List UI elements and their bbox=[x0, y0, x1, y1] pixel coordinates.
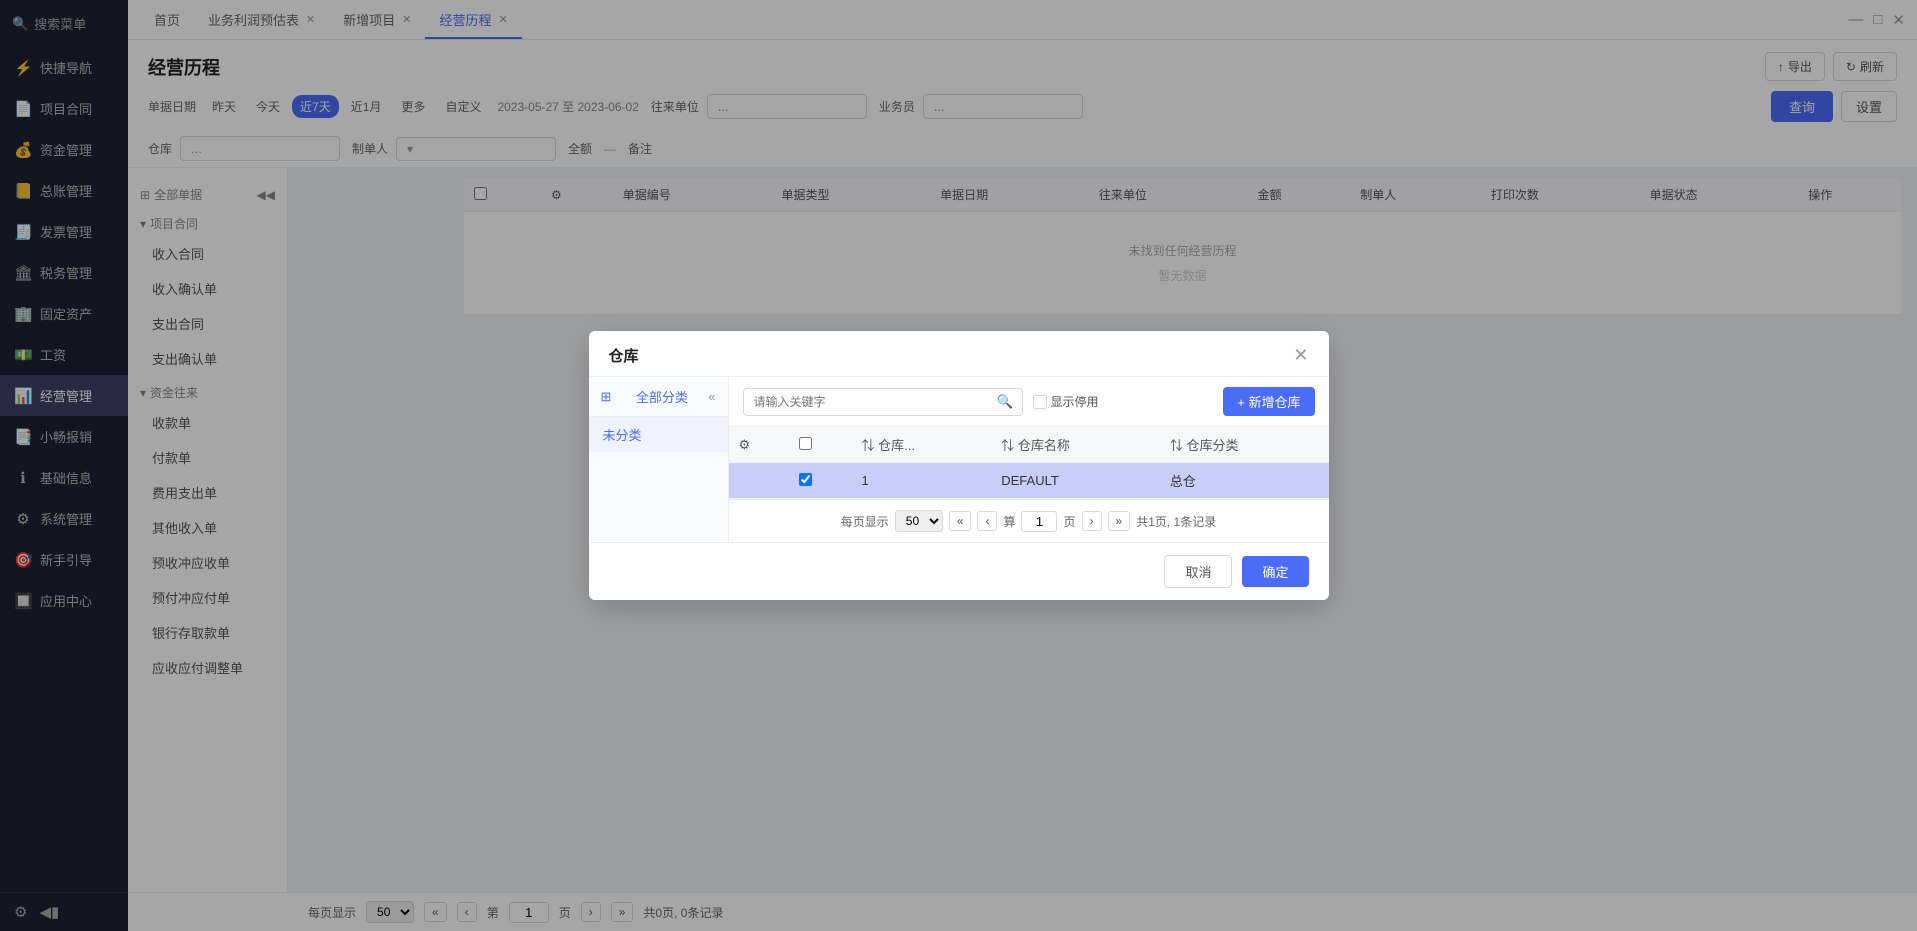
modal-th-category[interactable]: ⇅ 仓库分类 bbox=[1160, 427, 1329, 463]
modal-page-label: 算 bbox=[1003, 513, 1015, 530]
all-category-icon: ⊞ bbox=[601, 389, 612, 405]
modal-per-page-label: 每页显示 bbox=[841, 513, 889, 530]
sort-icon-code: ⇅ bbox=[861, 438, 874, 453]
modal-col-category: 仓库分类 bbox=[1187, 438, 1239, 453]
modal-gear-icon[interactable]: ⚙ bbox=[739, 437, 751, 452]
modal-category-header: ⊞ 全部分类 « bbox=[589, 377, 728, 417]
sort-icon-category: ⇅ bbox=[1170, 438, 1183, 453]
modal-toolbar: 🔍 显示停用 + 新增仓库 bbox=[729, 377, 1329, 427]
modal-th-settings: ⚙ bbox=[729, 427, 789, 463]
modal-overlay: 仓库 ✕ ⊞ 全部分类 « 未分类 bbox=[0, 0, 1917, 931]
category-collapse-icon[interactable]: « bbox=[708, 389, 715, 404]
row-code-cell: DEFAULT bbox=[991, 463, 1160, 499]
row-id-cell: 1 bbox=[851, 463, 991, 499]
row-name-cell: 总仓 bbox=[1160, 463, 1329, 499]
add-warehouse-button[interactable]: + 新增仓库 bbox=[1223, 387, 1314, 416]
modal-search-box: 🔍 bbox=[743, 388, 1023, 416]
cancel-button[interactable]: 取消 bbox=[1164, 555, 1232, 588]
modal-body: ⊞ 全部分类 « 未分类 🔍 显示停 bbox=[589, 377, 1329, 542]
modal-header: 仓库 ✕ bbox=[589, 331, 1329, 377]
modal-close-button[interactable]: ✕ bbox=[1293, 345, 1308, 366]
modal-total-label: 共1页, 1条记录 bbox=[1136, 513, 1216, 530]
modal-th-code[interactable]: ⇅ 仓库... bbox=[851, 427, 991, 463]
modal-first-btn[interactable]: « bbox=[949, 511, 972, 531]
modal-page-input[interactable] bbox=[1021, 511, 1057, 532]
all-category-label: 全部分类 bbox=[636, 387, 688, 406]
modal-th-name[interactable]: ⇅ 仓库名称 bbox=[991, 427, 1160, 463]
sort-icon-name: ⇅ bbox=[1001, 438, 1014, 453]
row-settings-cell bbox=[729, 463, 789, 499]
modal-page-unit: 页 bbox=[1063, 513, 1075, 530]
modal-select-all[interactable] bbox=[799, 437, 812, 450]
modal-th-checkbox bbox=[789, 427, 852, 463]
modal-prev-btn[interactable]: ‹ bbox=[977, 511, 997, 531]
show-disabled-label[interactable]: 显示停用 bbox=[1033, 393, 1099, 410]
modal-pagination: 每页显示 50 « ‹ 算 页 › » 共1页, 1条记录 bbox=[729, 499, 1329, 542]
modal-right-panel: 🔍 显示停用 + 新增仓库 ⚙ bbox=[729, 377, 1329, 542]
modal-left-panel: ⊞ 全部分类 « 未分类 bbox=[589, 377, 729, 542]
row-checkbox[interactable] bbox=[799, 473, 812, 486]
row-checkbox-cell bbox=[789, 463, 852, 499]
show-disabled-checkbox[interactable] bbox=[1033, 395, 1047, 409]
modal-warehouse-table: ⚙ ⇅ 仓库... ⇅ 仓库名称 bbox=[729, 427, 1329, 499]
modal-search-input[interactable] bbox=[744, 390, 989, 414]
modal-next-btn[interactable]: › bbox=[1082, 511, 1102, 531]
table-row[interactable]: 1 DEFAULT 总仓 bbox=[729, 463, 1329, 499]
show-disabled-text: 显示停用 bbox=[1051, 393, 1099, 410]
modal-search-button[interactable]: 🔍 bbox=[989, 389, 1022, 415]
confirm-button[interactable]: 确定 bbox=[1242, 556, 1308, 587]
modal-cat-uncategorized[interactable]: 未分类 bbox=[589, 417, 728, 452]
modal-last-btn[interactable]: » bbox=[1108, 511, 1131, 531]
modal-title: 仓库 bbox=[609, 345, 639, 366]
uncategorized-label: 未分类 bbox=[603, 428, 642, 443]
modal-col-name: 仓库名称 bbox=[1018, 438, 1070, 453]
modal-footer: 取消 确定 bbox=[589, 542, 1329, 600]
modal-table-wrap: ⚙ ⇅ 仓库... ⇅ 仓库名称 bbox=[729, 427, 1329, 499]
warehouse-modal: 仓库 ✕ ⊞ 全部分类 « 未分类 bbox=[589, 331, 1329, 600]
modal-per-page-select[interactable]: 50 bbox=[895, 510, 943, 532]
modal-col-code: 仓库... bbox=[878, 438, 915, 453]
